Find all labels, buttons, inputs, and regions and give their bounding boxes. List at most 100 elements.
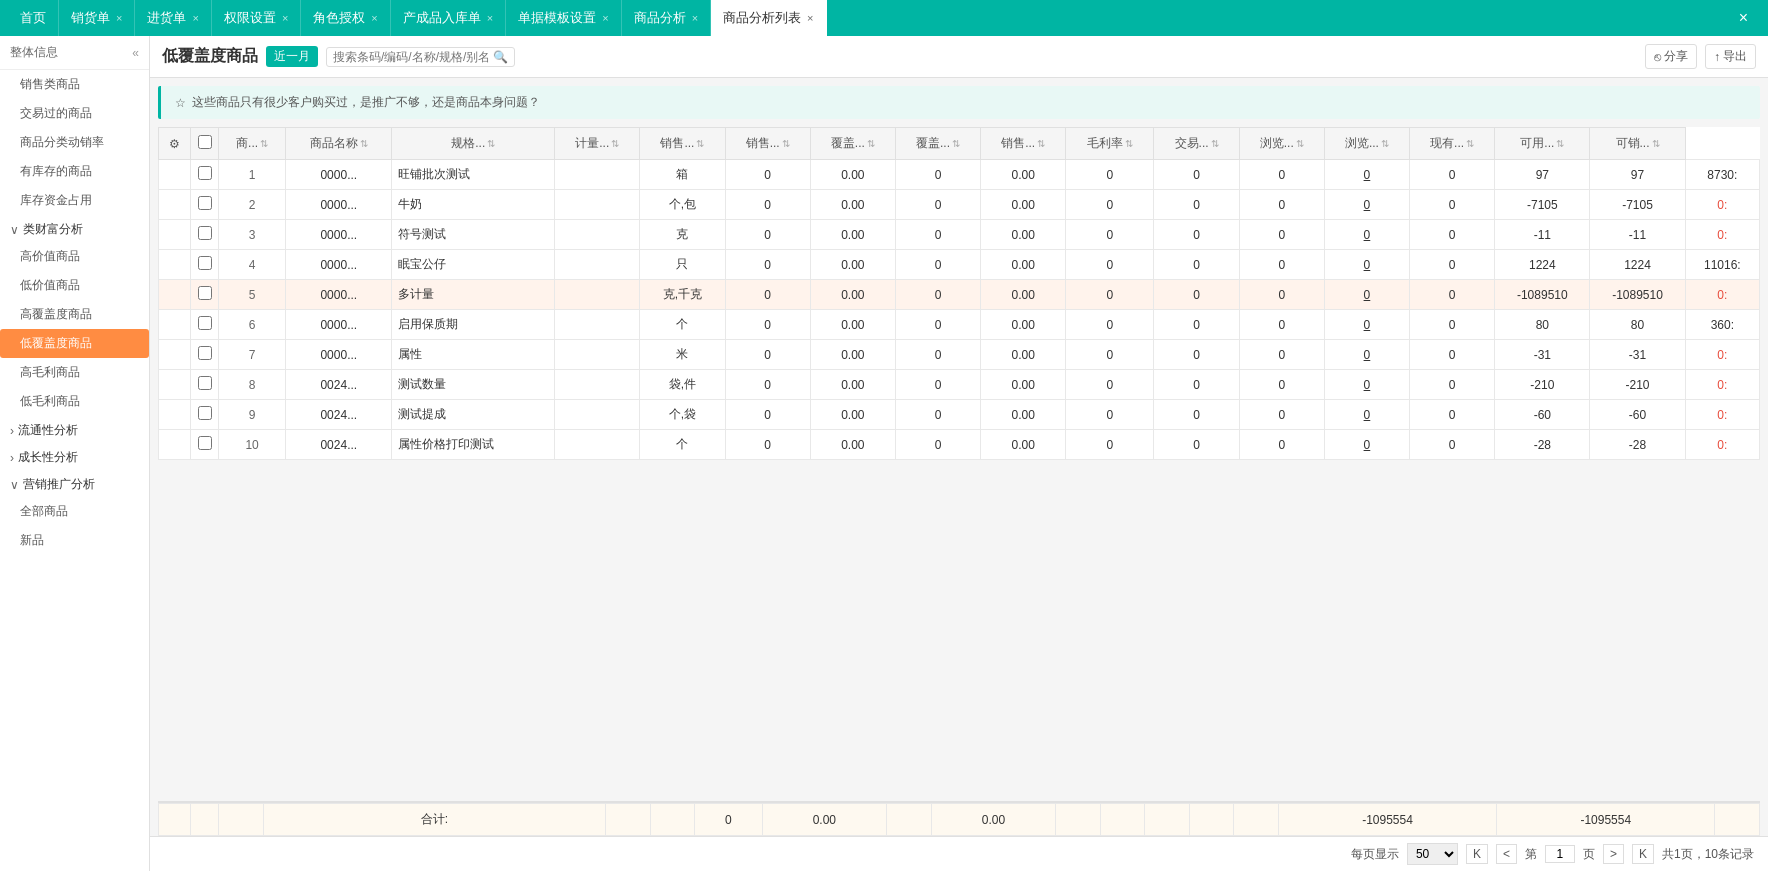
row-trade: 0 (1239, 370, 1324, 400)
row-name[interactable]: 属性价格打印测试 (392, 430, 555, 460)
col-code[interactable]: 商...⇅ (219, 128, 286, 160)
sidebar-section-growth[interactable]: › 成长性分析 (0, 443, 149, 470)
nav-template-settings[interactable]: 单据模板设置 × (506, 0, 621, 36)
row-checkbox[interactable] (198, 406, 212, 420)
row-cover1: 0 (895, 160, 980, 190)
col-sales-v[interactable]: 销售...⇅ (981, 128, 1066, 160)
sidebar-collapse-btn[interactable]: « (132, 46, 139, 60)
row-checkbox-cell (191, 220, 219, 250)
nav-analysis-list-close[interactable]: × (807, 12, 813, 24)
sidebar-item-sales-goods[interactable]: 销售类商品 (0, 70, 149, 99)
nav-sales-order-close[interactable]: × (116, 12, 122, 24)
col-current-stock[interactable]: 现有...⇅ (1410, 128, 1495, 160)
row-name[interactable]: 牛奶 (392, 190, 555, 220)
row-browse1[interactable]: 0 (1324, 160, 1409, 190)
row-browse1[interactable]: 0 (1324, 190, 1409, 220)
export-button[interactable]: ↑ 导出 (1705, 44, 1756, 69)
col-available[interactable]: 可用...⇅ (1495, 128, 1590, 160)
sidebar-item-high-coverage[interactable]: 高覆盖度商品 (0, 300, 149, 329)
col-gross-rate[interactable]: 毛利率⇅ (1066, 128, 1154, 160)
nav-home[interactable]: 首页 (8, 0, 59, 36)
row-browse1[interactable]: 0 (1324, 340, 1409, 370)
sidebar-section-circulation[interactable]: › 流通性分析 (0, 416, 149, 443)
row-browse1[interactable]: 0 (1324, 280, 1409, 310)
row-name[interactable]: 眠宝公仔 (392, 250, 555, 280)
col-browse1[interactable]: 浏览...⇅ (1239, 128, 1324, 160)
nav-sales-order[interactable]: 销货单 × (59, 0, 135, 36)
row-browse1[interactable]: 0 (1324, 220, 1409, 250)
nav-permission-settings[interactable]: 权限设置 × (212, 0, 301, 36)
last-page-btn[interactable]: K (1632, 844, 1654, 864)
col-browse2[interactable]: 浏览...⇅ (1324, 128, 1409, 160)
sidebar-item-high-value[interactable]: 高价值商品 (0, 242, 149, 271)
nav-finished-goods[interactable]: 产成品入库单 × (391, 0, 506, 36)
col-spec[interactable]: 规格...⇅ (392, 128, 555, 160)
sidebar-section-wealth[interactable]: ∨ 类财富分析 (0, 215, 149, 242)
row-checkbox[interactable] (198, 286, 212, 300)
sidebar-item-low-coverage[interactable]: 低覆盖度商品 (0, 329, 149, 358)
prev-page-btn[interactable]: < (1496, 844, 1517, 864)
col-sales-qty[interactable]: 销售...⇅ (640, 128, 725, 160)
nav-finished-close[interactable]: × (487, 12, 493, 24)
row-browse1[interactable]: 0 (1324, 400, 1409, 430)
close-all-tabs[interactable]: × (1727, 9, 1760, 27)
row-name[interactable]: 测试提成 (392, 400, 555, 430)
period-button[interactable]: 近一月 (266, 46, 318, 67)
col-trade[interactable]: 交易...⇅ (1154, 128, 1239, 160)
sidebar-item-new-goods[interactable]: 新品 (0, 526, 149, 555)
nav-product-analysis[interactable]: 商品分析 × (622, 0, 711, 36)
row-name[interactable]: 符号测试 (392, 220, 555, 250)
col-settings[interactable]: ⚙ (159, 128, 191, 160)
col-saleable[interactable]: 可销...⇅ (1590, 128, 1685, 160)
row-checkbox[interactable] (198, 436, 212, 450)
sidebar-item-stock-capital[interactable]: 库存资金占用 (0, 186, 149, 215)
row-checkbox[interactable] (198, 226, 212, 240)
row-browse1[interactable]: 0 (1324, 310, 1409, 340)
total-title: 合计: (263, 804, 606, 836)
page-size-select[interactable]: 50 20 100 (1407, 843, 1458, 865)
col-name[interactable]: 商品名称⇅ (286, 128, 392, 160)
nav-permission-close[interactable]: × (282, 12, 288, 24)
col-unit[interactable]: 计量...⇅ (555, 128, 640, 160)
row-name[interactable]: 旺铺批次测试 (392, 160, 555, 190)
select-all-checkbox[interactable] (198, 135, 212, 149)
row-name[interactable]: 多计量 (392, 280, 555, 310)
sidebar-item-traded-goods[interactable]: 交易过的商品 (0, 99, 149, 128)
row-browse1[interactable]: 0 (1324, 370, 1409, 400)
nav-product-analysis-list[interactable]: 商品分析列表 × (711, 0, 826, 36)
sidebar-item-low-margin[interactable]: 低毛利商品 (0, 387, 149, 416)
next-page-btn[interactable]: > (1603, 844, 1624, 864)
row-checkbox[interactable] (198, 166, 212, 180)
col-sales-amt[interactable]: 销售...⇅ (725, 128, 810, 160)
row-checkbox[interactable] (198, 256, 212, 270)
sidebar-section-marketing[interactable]: ∨ 营销推广分析 (0, 470, 149, 497)
sidebar-item-category-rate[interactable]: 商品分类动销率 (0, 128, 149, 157)
nav-analysis-close[interactable]: × (692, 12, 698, 24)
row-name[interactable]: 属性 (392, 340, 555, 370)
row-name[interactable]: 测试数量 (392, 370, 555, 400)
sidebar-item-low-value[interactable]: 低价值商品 (0, 271, 149, 300)
row-checkbox[interactable] (198, 316, 212, 330)
search-input[interactable] (333, 50, 493, 64)
nav-purchase-order-close[interactable]: × (192, 12, 198, 24)
row-browse1[interactable]: 0 (1324, 250, 1409, 280)
row-name[interactable]: 启用保质期 (392, 310, 555, 340)
settings-icon[interactable]: ⚙ (169, 137, 180, 151)
sidebar-item-stocked-goods[interactable]: 有库存的商品 (0, 157, 149, 186)
page-number-input[interactable] (1545, 845, 1575, 863)
nav-role-close[interactable]: × (371, 12, 377, 24)
nav-role-auth[interactable]: 角色授权 × (301, 0, 390, 36)
sidebar-item-all-goods[interactable]: 全部商品 (0, 497, 149, 526)
share-button[interactable]: ⎋ 分享 (1645, 44, 1697, 69)
row-checkbox[interactable] (198, 346, 212, 360)
row-sales-qty: 0 (725, 250, 810, 280)
row-browse1[interactable]: 0 (1324, 430, 1409, 460)
first-page-btn[interactable]: K (1466, 844, 1488, 864)
row-checkbox[interactable] (198, 376, 212, 390)
sidebar-item-high-margin[interactable]: 高毛利商品 (0, 358, 149, 387)
row-checkbox[interactable] (198, 196, 212, 210)
col-cover2[interactable]: 覆盖...⇅ (895, 128, 980, 160)
col-cover1[interactable]: 覆盖...⇅ (810, 128, 895, 160)
nav-purchase-order[interactable]: 进货单 × (135, 0, 211, 36)
nav-template-close[interactable]: × (602, 12, 608, 24)
